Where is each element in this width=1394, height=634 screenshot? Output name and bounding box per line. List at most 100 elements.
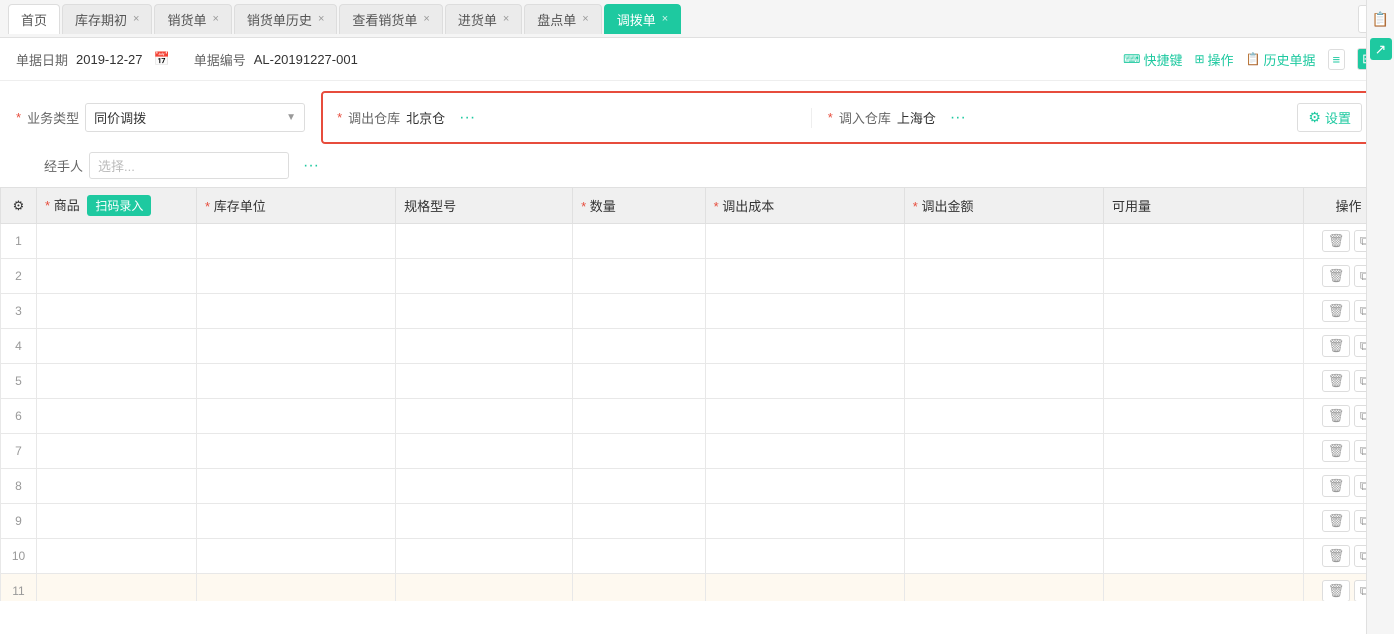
tab-view-sales-close[interactable]: ×: [423, 13, 429, 25]
cell-qty[interactable]: [573, 434, 706, 469]
cell-amount[interactable]: [904, 539, 1103, 574]
delete-row-button[interactable]: 🗑: [1322, 440, 1351, 462]
cell-amount[interactable]: [904, 469, 1103, 504]
cell-cost[interactable]: [705, 434, 904, 469]
person-more-btn[interactable]: ···: [303, 157, 319, 175]
cell-available[interactable]: [1104, 224, 1304, 259]
delete-row-button[interactable]: 🗑: [1322, 230, 1351, 252]
cell-product[interactable]: [37, 259, 197, 294]
person-select[interactable]: 选择...: [89, 152, 289, 179]
cell-product[interactable]: [37, 539, 197, 574]
cell-available[interactable]: [1104, 539, 1304, 574]
cell-spec[interactable]: [396, 434, 573, 469]
tab-home[interactable]: 首页: [8, 4, 60, 34]
history-btn[interactable]: 📋 历史单据: [1246, 50, 1316, 69]
delete-row-button[interactable]: 🗑: [1322, 300, 1351, 322]
tab-transfer[interactable]: 调拨单 ×: [604, 4, 681, 34]
cell-spec[interactable]: [396, 399, 573, 434]
cell-amount[interactable]: [904, 224, 1103, 259]
cell-unit[interactable]: [197, 399, 396, 434]
cell-qty[interactable]: [573, 504, 706, 539]
shortcut-btn[interactable]: ⌨ 快捷键: [1123, 50, 1182, 69]
cell-product[interactable]: [37, 399, 197, 434]
cell-available[interactable]: [1104, 329, 1304, 364]
delete-row-button[interactable]: 🗑: [1322, 335, 1351, 357]
tab-view-sales[interactable]: 查看销货单 ×: [339, 4, 442, 34]
cell-cost[interactable]: [705, 574, 904, 602]
cell-spec[interactable]: [396, 574, 573, 602]
layout-btn[interactable]: ≡: [1328, 49, 1346, 70]
cell-unit[interactable]: [197, 329, 396, 364]
cell-available[interactable]: [1104, 294, 1304, 329]
cell-available[interactable]: [1104, 434, 1304, 469]
cell-spec[interactable]: [396, 294, 573, 329]
cell-cost[interactable]: [705, 329, 904, 364]
in-warehouse-more-btn[interactable]: ···: [950, 109, 966, 127]
cell-unit[interactable]: [197, 294, 396, 329]
cell-spec[interactable]: [396, 364, 573, 399]
sidebar-export-icon[interactable]: ↗: [1370, 38, 1392, 60]
cell-spec[interactable]: [396, 224, 573, 259]
cell-qty[interactable]: [573, 259, 706, 294]
cell-amount[interactable]: [904, 329, 1103, 364]
cell-available[interactable]: [1104, 504, 1304, 539]
tab-sales-order-close[interactable]: ×: [212, 13, 218, 25]
cell-product[interactable]: [37, 364, 197, 399]
biz-type-select[interactable]: 同价调拨 ▼: [85, 103, 305, 132]
tab-transfer-close[interactable]: ×: [662, 13, 668, 25]
delete-row-button[interactable]: 🗑: [1322, 580, 1351, 601]
cell-qty[interactable]: [573, 399, 706, 434]
cell-cost[interactable]: [705, 364, 904, 399]
cell-cost[interactable]: [705, 224, 904, 259]
col-header-settings[interactable]: ⚙: [1, 188, 37, 224]
cell-product[interactable]: [37, 329, 197, 364]
delete-row-button[interactable]: 🗑: [1322, 370, 1351, 392]
cell-unit[interactable]: [197, 574, 396, 602]
cell-cost[interactable]: [705, 469, 904, 504]
scan-button[interactable]: 扫码录入: [87, 195, 151, 216]
cell-qty[interactable]: [573, 469, 706, 504]
cell-available[interactable]: [1104, 574, 1304, 602]
cell-unit[interactable]: [197, 434, 396, 469]
tab-inventory-init-close[interactable]: ×: [133, 13, 139, 25]
delete-row-button[interactable]: 🗑: [1322, 265, 1351, 287]
cell-amount[interactable]: [904, 399, 1103, 434]
cell-qty[interactable]: [573, 364, 706, 399]
cell-spec[interactable]: [396, 259, 573, 294]
operation-btn[interactable]: ⊞ 操作: [1194, 50, 1233, 69]
cell-unit[interactable]: [197, 469, 396, 504]
cell-unit[interactable]: [197, 504, 396, 539]
cell-amount[interactable]: [904, 574, 1103, 602]
delete-row-button[interactable]: 🗑: [1322, 475, 1351, 497]
cell-unit[interactable]: [197, 364, 396, 399]
tab-inventory-init[interactable]: 库存期初 ×: [62, 4, 152, 34]
cell-qty[interactable]: [573, 224, 706, 259]
cell-qty[interactable]: [573, 539, 706, 574]
cell-cost[interactable]: [705, 504, 904, 539]
cell-available[interactable]: [1104, 399, 1304, 434]
cell-product[interactable]: [37, 224, 197, 259]
cell-available[interactable]: [1104, 259, 1304, 294]
sidebar-notes-icon[interactable]: 📋: [1370, 8, 1392, 30]
tab-purchase-close[interactable]: ×: [503, 13, 509, 25]
cell-amount[interactable]: [904, 504, 1103, 539]
cell-product[interactable]: [37, 434, 197, 469]
delete-row-button[interactable]: 🗑: [1322, 405, 1351, 427]
cell-product[interactable]: [37, 469, 197, 504]
tab-stocktake[interactable]: 盘点单 ×: [524, 4, 601, 34]
cell-amount[interactable]: [904, 294, 1103, 329]
cell-unit[interactable]: [197, 259, 396, 294]
date-value[interactable]: 2019-12-27: [76, 52, 143, 67]
delete-row-button[interactable]: 🗑: [1322, 510, 1351, 532]
tab-sales-history-close[interactable]: ×: [318, 13, 324, 25]
cell-cost[interactable]: [705, 259, 904, 294]
settings-button[interactable]: ⚙ 设置: [1297, 103, 1362, 132]
cell-cost[interactable]: [705, 539, 904, 574]
cell-spec[interactable]: [396, 539, 573, 574]
tab-sales-order[interactable]: 销货单 ×: [154, 4, 231, 34]
delete-row-button[interactable]: 🗑: [1322, 545, 1351, 567]
cell-available[interactable]: [1104, 364, 1304, 399]
cell-cost[interactable]: [705, 399, 904, 434]
cell-amount[interactable]: [904, 364, 1103, 399]
cell-qty[interactable]: [573, 329, 706, 364]
